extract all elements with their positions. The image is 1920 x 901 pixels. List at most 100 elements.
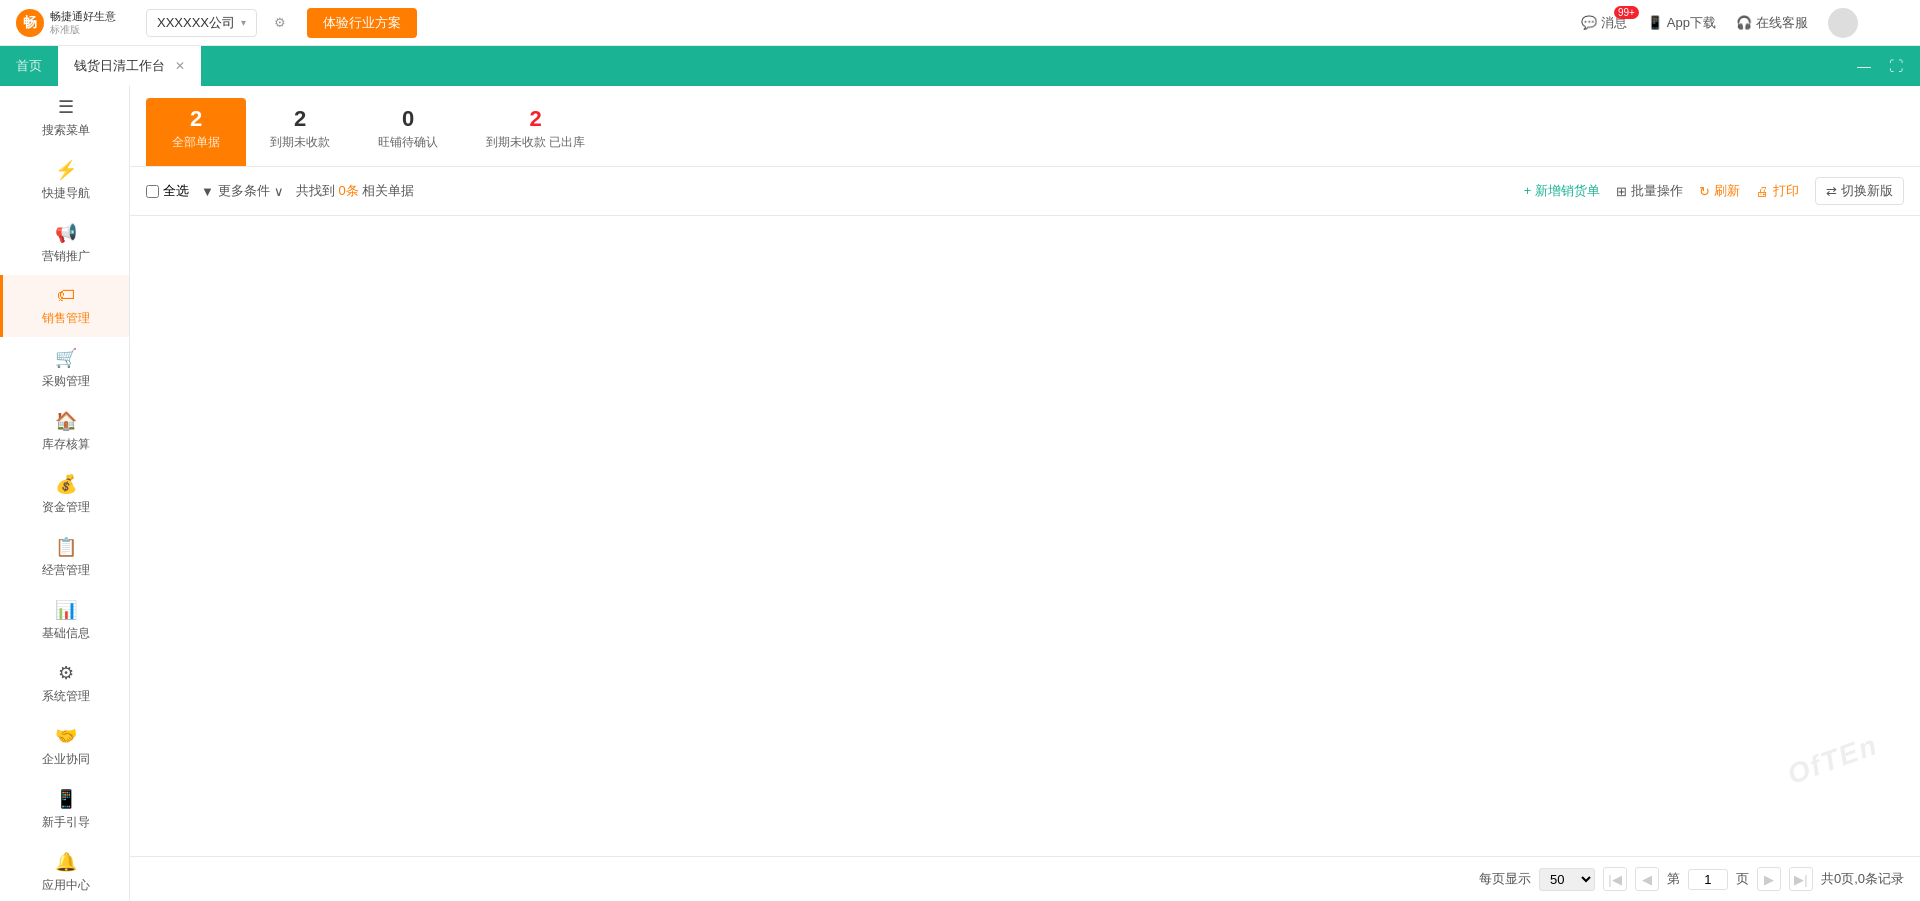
stat-tab-all[interactable]: 2 全部单据 <box>146 98 246 166</box>
toolbar-right: + 新增销货单 ⊞ 批量操作 ↻ 刷新 🖨 打印 ⇄ 切换新版 <box>1524 177 1904 205</box>
select-all-checkbox[interactable]: 全选 <box>146 182 189 200</box>
sidebar-item-inventory[interactable]: 🏠 库存核算 <box>0 400 129 463</box>
sidebar-item-quick-nav[interactable]: ⚡ 快捷导航 <box>0 149 129 212</box>
sidebar-item-label: 快捷导航 <box>42 185 90 202</box>
app-center-icon: 🔔 <box>55 851 77 873</box>
refresh-button[interactable]: ↻ 刷新 <box>1699 182 1740 200</box>
batch-label: 批量操作 <box>1631 182 1683 200</box>
sidebar-item-guide[interactable]: 📱 新手引导 <box>0 778 129 841</box>
sidebar-item-label: 营销推广 <box>42 248 90 265</box>
stat-number-overdue: 2 <box>294 106 306 132</box>
tab-cashflow[interactable]: 钱货日清工作台 ✕ <box>58 46 201 86</box>
stat-label-overdue: 到期未收款 <box>270 134 330 151</box>
stat-tab-overdue[interactable]: 2 到期未收款 <box>246 98 354 166</box>
print-icon: 🖨 <box>1756 184 1769 199</box>
logo-icon: 畅 <box>16 9 44 37</box>
batch-icon: ⊞ <box>1616 184 1627 199</box>
basic-info-icon: 📊 <box>55 599 77 621</box>
settings-button[interactable]: ⚙ <box>265 8 295 38</box>
sidebar-item-label: 新手引导 <box>42 814 90 831</box>
finance-icon: 💰 <box>55 473 77 495</box>
page-input[interactable] <box>1688 869 1728 890</box>
sidebar-item-system[interactable]: ⚙ 系统管理 <box>0 652 129 715</box>
prev-page-button[interactable]: ◀ <box>1635 867 1659 891</box>
company-name: XXXXXX公司 <box>157 14 235 32</box>
header-right: 💬 消息 99+ 📱 App下载 🎧 在线客服 <box>1581 8 1904 38</box>
tab-bar-actions: — ⛶ <box>1852 54 1920 78</box>
print-button[interactable]: 🖨 打印 <box>1756 182 1799 200</box>
tab-close-icon[interactable]: ✕ <box>175 59 185 73</box>
first-page-button[interactable]: |◀ <box>1603 867 1627 891</box>
sidebar-item-label: 资金管理 <box>42 499 90 516</box>
sidebar: ☰ 搜索菜单 ⚡ 快捷导航 📢 营销推广 🏷 销售管理 🛒 采购管理 🏠 库存核… <box>0 86 130 901</box>
sidebar-item-app-center[interactable]: 🔔 应用中心 <box>0 841 129 901</box>
purchase-icon: 🛒 <box>55 347 77 369</box>
toolbar: 全选 ▼ 更多条件 ∨ 共找到 0条 相关单据 + 新增销货单 ⊞ 批量操作 <box>130 167 1920 216</box>
pagination-bar: 每页显示 50 20 100 |◀ ◀ 第 页 ▶ ▶| 共0页,0条记录 <box>130 856 1920 901</box>
tab-bar: 首页 钱货日清工作台 ✕ — ⛶ <box>0 46 1920 86</box>
operations-icon: 📋 <box>55 536 77 558</box>
last-page-button[interactable]: ▶| <box>1789 867 1813 891</box>
batch-operation-button[interactable]: ⊞ 批量操作 <box>1616 182 1683 200</box>
stat-tab-shipped[interactable]: 2 到期未收款 已出库 <box>462 98 609 166</box>
search-menu-icon: ☰ <box>58 96 74 118</box>
switch-icon: ⇄ <box>1826 184 1837 199</box>
switch-version-button[interactable]: ⇄ 切换新版 <box>1815 177 1904 205</box>
stat-label-all: 全部单据 <box>172 134 220 151</box>
tab-home[interactable]: 首页 <box>0 46 58 86</box>
page-suffix: 页 <box>1736 870 1749 888</box>
per-page-select[interactable]: 50 20 100 <box>1539 868 1595 891</box>
inventory-icon: 🏠 <box>55 410 77 432</box>
sidebar-item-label: 搜索菜单 <box>42 122 90 139</box>
cooperation-icon: 🤝 <box>55 725 77 747</box>
watermark: OfTEn <box>1783 729 1882 791</box>
new-order-label: + 新增销货单 <box>1524 182 1600 200</box>
new-order-button[interactable]: + 新增销货单 <box>1524 182 1600 200</box>
filter-label: 更多条件 <box>218 182 270 200</box>
online-service-button[interactable]: 🎧 在线客服 <box>1736 14 1808 32</box>
sidebar-item-sales[interactable]: 🏷 销售管理 <box>0 275 129 337</box>
sidebar-item-marketing[interactable]: 📢 营销推广 <box>0 212 129 275</box>
stat-label-shipped: 到期未收款 已出库 <box>486 134 585 151</box>
avatar[interactable] <box>1828 8 1858 38</box>
main-layout: ☰ 搜索菜单 ⚡ 快捷导航 📢 营销推广 🏷 销售管理 🛒 采购管理 🏠 库存核… <box>0 86 1920 901</box>
checkbox-input[interactable] <box>146 185 159 198</box>
quick-nav-icon: ⚡ <box>55 159 77 181</box>
messages-badge: 99+ <box>1614 6 1639 19</box>
sidebar-item-finance[interactable]: 💰 资金管理 <box>0 463 129 526</box>
filter-arrow-icon: ∨ <box>274 184 284 199</box>
found-text: 共找到 0条 相关单据 <box>296 182 414 200</box>
filter-button[interactable]: ▼ 更多条件 ∨ <box>201 182 284 200</box>
logo-text: 畅捷通好生意 标准版 <box>50 9 116 36</box>
table-area: OfTEn <box>130 216 1920 856</box>
select-all-label: 全选 <box>163 182 189 200</box>
messages-button[interactable]: 💬 消息 99+ <box>1581 14 1627 32</box>
sidebar-item-search-menu[interactable]: ☰ 搜索菜单 <box>0 86 129 149</box>
sidebar-item-label: 库存核算 <box>42 436 90 453</box>
sidebar-item-label: 基础信息 <box>42 625 90 642</box>
stats-tabs: 2 全部单据 2 到期未收款 0 旺铺待确认 2 到期未收款 已出库 <box>130 86 1920 167</box>
download-icon: 📱 <box>1647 15 1663 30</box>
found-count: 0条 <box>339 183 359 198</box>
sidebar-item-operations[interactable]: 📋 经营管理 <box>0 526 129 589</box>
company-selector[interactable]: XXXXXX公司 ▾ <box>146 9 257 37</box>
service-icon: 🎧 <box>1736 15 1752 30</box>
stat-tab-wangpu[interactable]: 0 旺铺待确认 <box>354 98 462 166</box>
tab-minimize-button[interactable]: — <box>1852 54 1876 78</box>
trial-button[interactable]: 体验行业方案 <box>307 8 417 38</box>
sidebar-item-purchase[interactable]: 🛒 采购管理 <box>0 337 129 400</box>
sidebar-item-basic-info[interactable]: 📊 基础信息 <box>0 589 129 652</box>
print-label: 打印 <box>1773 182 1799 200</box>
sidebar-item-label: 销售管理 <box>42 310 90 327</box>
user-name <box>1878 14 1904 32</box>
stat-label-wangpu: 旺铺待确认 <box>378 134 438 151</box>
next-page-button[interactable]: ▶ <box>1757 867 1781 891</box>
stat-number-wangpu: 0 <box>402 106 414 132</box>
logo-area: 畅 畅捷通好生意 标准版 <box>16 9 146 37</box>
sidebar-item-cooperation[interactable]: 🤝 企业协同 <box>0 715 129 778</box>
page-label: 第 <box>1667 870 1680 888</box>
app-download-button[interactable]: 📱 App下载 <box>1647 14 1716 32</box>
sidebar-item-label: 系统管理 <box>42 688 90 705</box>
tab-expand-button[interactable]: ⛶ <box>1884 54 1908 78</box>
marketing-icon: 📢 <box>55 222 77 244</box>
